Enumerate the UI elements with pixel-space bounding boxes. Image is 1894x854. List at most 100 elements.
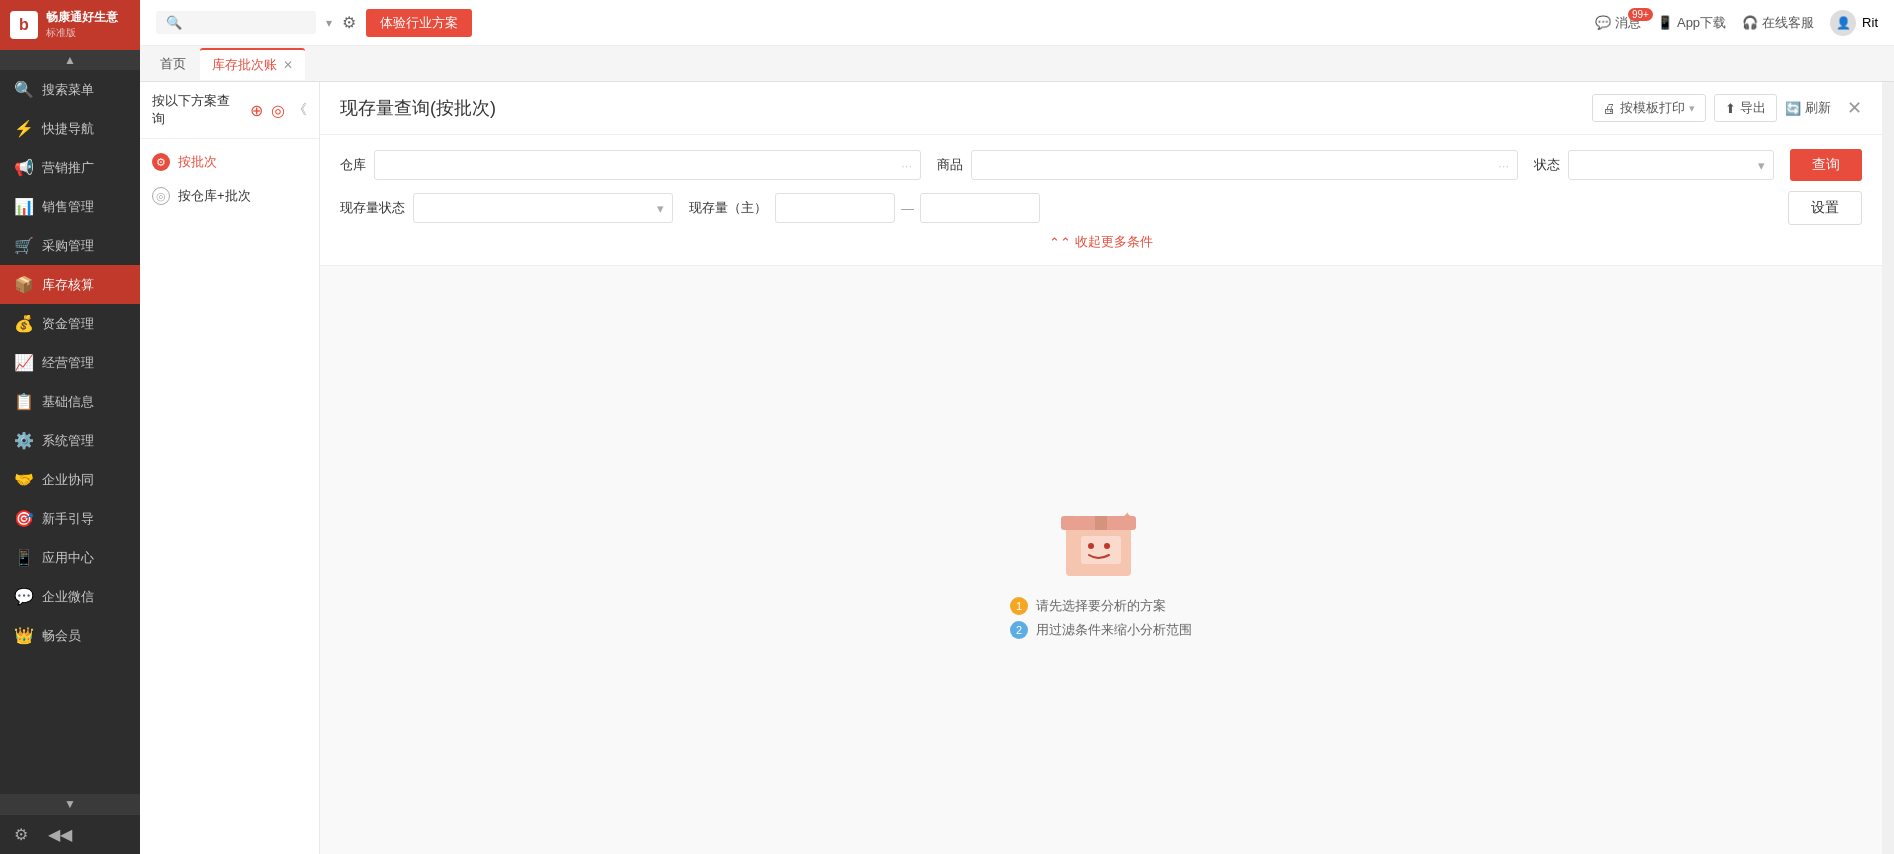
marketing-icon: 📢 — [14, 158, 32, 177]
sidebar: b 畅康通好生意 标准版 ▲ 🔍 搜索菜单 ⚡ 快捷导航 📢 营销推广 📊 销售… — [0, 0, 140, 854]
enterprise-collab-icon: 🤝 — [14, 470, 32, 489]
sidebar-item-finance-label: 资金管理 — [42, 315, 94, 333]
app-download-icon: 📱 — [1657, 15, 1673, 30]
sidebar-item-basic-label: 基础信息 — [42, 393, 94, 411]
print-button[interactable]: 🖨 按模板打印 ▾ — [1592, 94, 1706, 122]
refresh-button[interactable]: 🔄 刷新 — [1785, 99, 1831, 117]
sidebar-item-app-center[interactable]: 📱 应用中心 — [0, 538, 140, 577]
settings-button[interactable]: 设置 — [1788, 191, 1862, 225]
trial-button[interactable]: 体验行业方案 — [366, 9, 472, 37]
sidebar-item-finance[interactable]: 💰 资金管理 — [0, 304, 140, 343]
collapse-panel-icon[interactable]: 《 — [293, 101, 307, 119]
goods-dots[interactable]: ··· — [1498, 158, 1509, 173]
print-chevron-icon[interactable]: ▾ — [1689, 102, 1695, 115]
sidebar-item-enterprise-collab-label: 企业协同 — [42, 471, 94, 489]
purchase-icon: 🛒 — [14, 236, 32, 255]
sidebar-item-operations[interactable]: 📈 经营管理 — [0, 343, 140, 382]
topbar-user[interactable]: 👤 Rit — [1830, 10, 1878, 36]
basic-icon: 📋 — [14, 392, 32, 411]
service-icon: 🎧 — [1742, 15, 1758, 30]
empty-state: ✦ ✦ 1 请先选择要分析的方案 2 用过滤条件来缩小分析范围 — [320, 266, 1882, 854]
inventory-status-group: 现存量状态 ▾ — [340, 193, 673, 223]
svg-point-5 — [1104, 543, 1110, 549]
settings-footer-icon[interactable]: ⚙ — [14, 825, 28, 844]
sidebar-item-sales[interactable]: 📊 销售管理 — [0, 187, 140, 226]
sidebar-header: b 畅康通好生意 标准版 — [0, 0, 140, 50]
sidebar-item-quick-nav[interactable]: ⚡ 快捷导航 — [0, 109, 140, 148]
topbar-search-input[interactable] — [188, 16, 268, 30]
settings-btn-wrap: 设置 — [1788, 191, 1862, 225]
company-name: 畅康通好生意 — [46, 10, 118, 26]
add-plan-icon[interactable]: ⊕ — [250, 101, 263, 120]
sidebar-item-marketing-label: 营销推广 — [42, 159, 94, 177]
sidebar-scroll-up[interactable]: ▲ — [0, 50, 140, 70]
sidebar-item-search[interactable]: 🔍 搜索菜单 — [0, 70, 140, 109]
svg-text:✦: ✦ — [1069, 514, 1076, 523]
sidebar-item-purchase[interactable]: 🛒 采购管理 — [0, 226, 140, 265]
topbar-msg[interactable]: 💬 消息 99+ — [1595, 14, 1641, 32]
tab-home[interactable]: 首页 — [148, 49, 198, 79]
inventory-status-chevron-icon: ▾ — [657, 201, 664, 216]
topbar-search-box[interactable]: 🔍 — [156, 11, 316, 34]
sidebar-item-enterprise-wechat-label: 企业微信 — [42, 588, 94, 606]
qty-min-input[interactable] — [775, 193, 895, 223]
inventory-status-select[interactable]: ▾ — [413, 193, 673, 223]
status-input[interactable]: ▾ — [1568, 150, 1774, 180]
app-center-icon: 📱 — [14, 548, 32, 567]
sidebar-item-enterprise-collab[interactable]: 🤝 企业协同 — [0, 460, 140, 499]
service-label: 在线客服 — [1762, 14, 1814, 32]
app-logo: b — [10, 11, 38, 39]
warehouse-input[interactable]: ··· — [374, 150, 921, 180]
user-avatar: 👤 — [1830, 10, 1856, 36]
refresh-icon: 🔄 — [1785, 101, 1801, 116]
export-label: 导出 — [1740, 99, 1766, 117]
tab-batch-account[interactable]: 库存批次账 ✕ — [200, 48, 305, 80]
sidebar-item-system[interactable]: ⚙️ 系统管理 — [0, 421, 140, 460]
sidebar-item-basic[interactable]: 📋 基础信息 — [0, 382, 140, 421]
goods-field: 商品 ··· — [937, 150, 1518, 180]
vip-icon: 👑 — [14, 626, 32, 645]
sidebar-item-new-guide-label: 新手引导 — [42, 510, 94, 528]
export-button[interactable]: ⬆ 导出 — [1714, 94, 1777, 122]
inventory-status-label: 现存量状态 — [340, 199, 405, 217]
tip-1-text: 请先选择要分析的方案 — [1036, 597, 1166, 615]
inventory-qty-group: 现存量（主） — — [689, 193, 1040, 223]
plan-item-batch[interactable]: ⚙ 按批次 — [140, 145, 319, 179]
sidebar-scroll-down[interactable]: ▼ — [0, 794, 140, 814]
topbar-app-download[interactable]: 📱 App下载 — [1657, 14, 1726, 32]
empty-svg: ✦ ✦ — [1051, 481, 1151, 581]
status-field: 状态 ▾ — [1534, 150, 1774, 180]
plan-warehouse-batch-icon: ◎ — [152, 187, 170, 205]
collapse-filter-button[interactable]: ⌃⌃ 收起更多条件 — [340, 233, 1862, 251]
warehouse-dots[interactable]: ··· — [901, 158, 912, 173]
topbar-service[interactable]: 🎧 在线客服 — [1742, 14, 1814, 32]
app-version: 标准版 — [46, 26, 118, 40]
plan-item-warehouse-batch[interactable]: ◎ 按仓库+批次 — [140, 179, 319, 213]
sidebar-item-vip[interactable]: 👑 畅会员 — [0, 616, 140, 655]
svg-text:✦: ✦ — [1123, 510, 1131, 521]
qty-max-input[interactable] — [920, 193, 1040, 223]
plan-settings-icon[interactable]: ◎ — [271, 101, 285, 120]
right-scrollbar[interactable] — [1882, 82, 1894, 854]
refresh-label: 刷新 — [1805, 99, 1831, 117]
page-close-icon[interactable]: ✕ — [1847, 97, 1862, 119]
sidebar-item-marketing[interactable]: 📢 营销推广 — [0, 148, 140, 187]
sidebar-item-inventory[interactable]: 📦 库存核算 — [0, 265, 140, 304]
tab-home-label: 首页 — [160, 55, 186, 73]
goods-label: 商品 — [937, 156, 963, 174]
svg-rect-3 — [1081, 536, 1121, 564]
query-button[interactable]: 查询 — [1790, 149, 1862, 181]
sidebar-item-enterprise-wechat[interactable]: 💬 企业微信 — [0, 577, 140, 616]
sidebar-item-new-guide[interactable]: 🎯 新手引导 — [0, 499, 140, 538]
user-name: Rit — [1862, 15, 1878, 30]
search-nav-icon: 🔍 — [14, 80, 32, 99]
topbar-chevron-icon[interactable]: ▾ — [326, 16, 332, 30]
tab-close-icon[interactable]: ✕ — [283, 58, 293, 72]
warehouse-label: 仓库 — [340, 156, 366, 174]
collapse-sidebar-icon[interactable]: ◀◀ — [48, 825, 72, 844]
topbar-gear-icon[interactable]: ⚙ — [342, 13, 356, 32]
svg-rect-2 — [1095, 516, 1107, 530]
goods-input[interactable]: ··· — [971, 150, 1518, 180]
sidebar-item-operations-label: 经营管理 — [42, 354, 94, 372]
quick-nav-icon: ⚡ — [14, 119, 32, 138]
